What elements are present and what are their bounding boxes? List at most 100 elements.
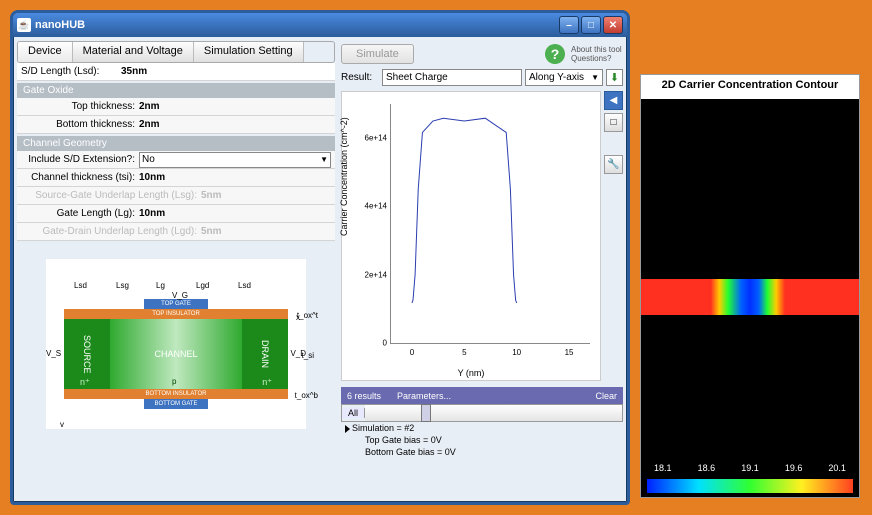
ytick: 4e+14 bbox=[349, 202, 387, 211]
clear-link[interactable]: Clear bbox=[595, 391, 617, 401]
carrier-chart: Carrier Concentration (cm^-2) Y (nm) 02e… bbox=[341, 91, 601, 381]
diagram-bottom-insulator: BOTTOM INSULATOR bbox=[64, 389, 288, 399]
result-value: Sheet Charge bbox=[386, 72, 448, 83]
download-button[interactable]: ⬇ bbox=[606, 69, 623, 86]
gate-drain-underlap-label: Gate-Drain Underlap Length (Lgd): bbox=[21, 226, 201, 237]
chevron-down-icon: ▼ bbox=[320, 155, 328, 164]
gate-drain-underlap-row: Gate-Drain Underlap Length (Lgd): 5nm bbox=[17, 223, 335, 241]
help-text[interactable]: About this tool Questions? bbox=[571, 45, 623, 63]
diagram-label-tsi: t_si bbox=[302, 351, 314, 360]
chart-tools: ◀ □ 🔧 bbox=[601, 91, 623, 381]
diagram-label-lg: Lg bbox=[156, 281, 165, 290]
close-button[interactable]: ✕ bbox=[603, 16, 623, 34]
strip-all-button[interactable]: All bbox=[342, 408, 365, 418]
ytick: 0 bbox=[349, 339, 387, 348]
source-gate-underlap-row: Source-Gate Underlap Length (Lsg): 5nm bbox=[17, 187, 335, 205]
sd-length-label: S/D Length (Lsd): bbox=[21, 66, 121, 77]
top-thickness-row: Top thickness: 2nm bbox=[17, 98, 335, 116]
contour-heat-strip bbox=[641, 279, 859, 315]
play-icon[interactable] bbox=[345, 425, 350, 433]
diagram-label-vs: V_S bbox=[46, 349, 61, 358]
include-ext-value: No bbox=[142, 154, 155, 165]
channel-thickness-value[interactable]: 10nm bbox=[139, 172, 331, 183]
simulation-strip: All bbox=[341, 404, 623, 422]
questions-link[interactable]: Questions? bbox=[571, 54, 611, 63]
top-gate-bias: Top Gate bias = 0V bbox=[341, 434, 623, 446]
source-gate-underlap-label: Source-Gate Underlap Length (Lsg): bbox=[21, 190, 201, 201]
tab-device[interactable]: Device bbox=[18, 42, 73, 62]
titlebar: ☕ nanoHUB – □ ✕ bbox=[13, 13, 627, 37]
bottom-thickness-row: Bottom thickness: 2nm bbox=[17, 116, 335, 134]
axis-value: Along Y-axis bbox=[529, 72, 584, 83]
bottom-gate-bias: Bottom Gate bias = 0V bbox=[341, 446, 623, 458]
result-combo[interactable]: Sheet Charge bbox=[382, 69, 522, 86]
colorbar-tick-1: 18.6 bbox=[698, 463, 716, 473]
colorbar-gradient bbox=[647, 479, 853, 493]
contour-canvas bbox=[641, 99, 859, 459]
strip-track[interactable] bbox=[365, 405, 622, 421]
diagram-label-n2: n⁺ bbox=[262, 377, 272, 388]
colorbar-tick-2: 19.1 bbox=[741, 463, 759, 473]
chart-ylabel: Carrier Concentration (cm^-2) bbox=[339, 117, 349, 236]
diagram-top-insulator: TOP INSULATOR bbox=[64, 309, 288, 319]
results-footer: 6 results Parameters... Clear bbox=[341, 387, 623, 404]
include-ext-label: Include S/D Extension?: bbox=[21, 154, 139, 165]
gate-length-value[interactable]: 10nm bbox=[139, 208, 331, 219]
colorbar: 18.1 18.6 19.1 19.6 20.1 bbox=[641, 459, 859, 497]
tab-material-voltage[interactable]: Material and Voltage bbox=[73, 42, 194, 62]
bottom-thickness-label: Bottom thickness: bbox=[21, 119, 139, 130]
diagram-label-vg: V_G bbox=[172, 291, 188, 300]
gate-drain-underlap-value: 5nm bbox=[201, 226, 331, 237]
colorbar-tick-4: 20.1 bbox=[828, 463, 846, 473]
diagram-top-gate: TOP GATE bbox=[144, 299, 208, 309]
gate-length-label: Gate Length (Lg): bbox=[21, 208, 139, 219]
include-ext-combo[interactable]: No ▼ bbox=[139, 152, 331, 168]
ytick: 2e+14 bbox=[349, 270, 387, 279]
sd-length-value[interactable]: 35nm bbox=[121, 66, 331, 77]
reset-view-button[interactable]: ◀ bbox=[604, 91, 623, 110]
top-thickness-value[interactable]: 2nm bbox=[139, 101, 331, 112]
gate-oxide-header: Gate Oxide bbox=[17, 83, 335, 98]
bottom-thickness-value[interactable]: 2nm bbox=[139, 119, 331, 130]
tabs: Device Material and Voltage Simulation S… bbox=[17, 41, 335, 63]
diagram-label-tox-t: t_ox^t bbox=[297, 311, 318, 320]
strip-marker[interactable] bbox=[421, 404, 431, 422]
diagram-label-tox-b: t_ox^b bbox=[295, 391, 318, 400]
simulate-button[interactable]: Simulate bbox=[341, 44, 414, 64]
colorbar-tick-0: 18.1 bbox=[654, 463, 672, 473]
help-icon[interactable]: ? bbox=[545, 44, 565, 64]
simulation-number: Simulation = #2 bbox=[352, 423, 414, 433]
diagram-label-lsg: Lsg bbox=[116, 281, 129, 290]
minimize-button[interactable]: – bbox=[559, 16, 579, 34]
zoom-box-button[interactable]: □ bbox=[604, 113, 623, 132]
window-title: nanoHUB bbox=[35, 19, 85, 31]
xtick: 5 bbox=[462, 348, 466, 357]
diagram-label-v: v bbox=[60, 420, 64, 429]
diagram-bottom-gate: BOTTOM GATE bbox=[144, 399, 208, 409]
chart-xlabel: Y (nm) bbox=[458, 368, 485, 378]
sd-length-row: S/D Length (Lsd): 35nm bbox=[17, 63, 335, 81]
tab-simulation-setting[interactable]: Simulation Setting bbox=[194, 42, 304, 62]
chevron-down-icon: ▼ bbox=[591, 73, 599, 82]
result-label: Result: bbox=[341, 72, 379, 83]
source-gate-underlap-value: 5nm bbox=[201, 190, 331, 201]
right-pane: Simulate ? About this tool Questions? Re… bbox=[341, 41, 623, 498]
settings-button[interactable]: 🔧 bbox=[604, 155, 623, 174]
device-diagram: TOP GATE TOP INSULATOR SOURCE CHANNEL DR… bbox=[46, 259, 306, 429]
contour-title: 2D Carrier Concentration Contour bbox=[641, 75, 859, 95]
results-count: 6 results bbox=[347, 391, 381, 401]
include-ext-row: Include S/D Extension?: No ▼ bbox=[17, 151, 335, 169]
parameters-link[interactable]: Parameters... bbox=[397, 391, 451, 401]
channel-thickness-label: Channel thickness (tsi): bbox=[21, 172, 139, 183]
maximize-button[interactable]: □ bbox=[581, 16, 601, 34]
plot-area[interactable]: 02e+144e+146e+14051015 bbox=[390, 104, 590, 344]
xtick: 10 bbox=[512, 348, 521, 357]
diagram-label-p: p bbox=[172, 377, 176, 386]
about-link[interactable]: About this tool bbox=[571, 45, 622, 54]
diagram-label-n1: n⁺ bbox=[80, 377, 90, 388]
gate-length-row: Gate Length (Lg): 10nm bbox=[17, 205, 335, 223]
colorbar-tick-3: 19.6 bbox=[785, 463, 803, 473]
app-icon: ☕ bbox=[17, 18, 31, 32]
axis-combo[interactable]: Along Y-axis ▼ bbox=[525, 69, 603, 86]
contour-panel: 2D Carrier Concentration Contour 18.1 18… bbox=[640, 74, 860, 498]
